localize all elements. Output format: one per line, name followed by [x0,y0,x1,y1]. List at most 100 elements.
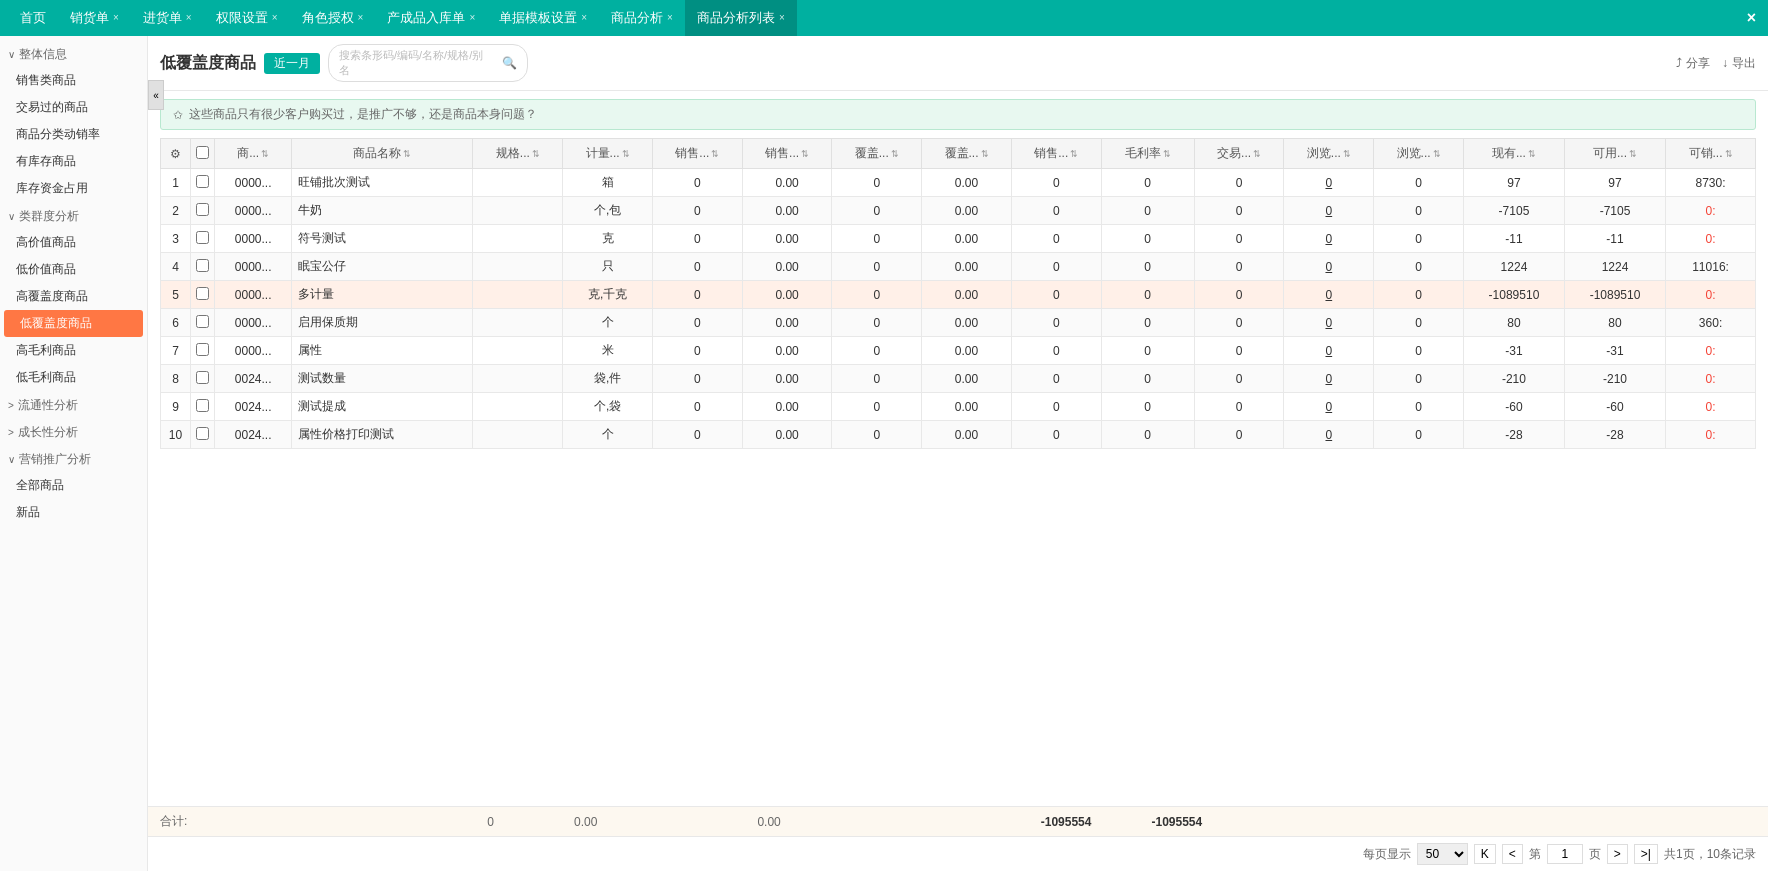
row-check[interactable] [191,281,215,309]
row-browse1[interactable]: 0 [1284,253,1374,281]
row-name: 牛奶 [292,197,473,225]
nav-close-permission[interactable]: × [272,0,278,36]
row-checkbox[interactable] [196,203,209,216]
row-browse1[interactable]: 0 [1284,421,1374,449]
row-checkbox[interactable] [196,315,209,328]
sidebar-section-cluster[interactable]: ∨ 类群度分析 [0,202,147,229]
nav-close-finished[interactable]: × [469,0,475,36]
nav-permission-settings[interactable]: 权限设置 × [204,0,290,36]
row-check[interactable] [191,393,215,421]
row-checkbox[interactable] [196,231,209,244]
sidebar-item-high-margin[interactable]: 高毛利商品 [0,337,147,364]
row-check[interactable] [191,337,215,365]
close-all-button[interactable]: × [1747,9,1756,27]
nav-sales-order[interactable]: 销货单 × [58,0,131,36]
nav-close-analysis[interactable]: × [667,0,673,36]
row-browse1[interactable]: 0 [1284,197,1374,225]
row-check[interactable] [191,253,215,281]
share-button[interactable]: ⤴ 分享 [1676,55,1710,72]
row-checkbox[interactable] [196,259,209,272]
nav-product-analysis-list[interactable]: 商品分析列表 × [685,0,797,36]
header-actions: ⤴ 分享 ↓ 导出 [1676,55,1756,72]
sidebar-item-category-turnover[interactable]: 商品分类动销率 [0,121,147,148]
nav-product-analysis[interactable]: 商品分析 × [599,0,685,36]
row-check[interactable] [191,309,215,337]
nav-close-sales[interactable]: × [113,0,119,36]
row-coverage1: 0 [832,253,922,281]
row-code: 0000... [215,281,292,309]
nav-purchase-order[interactable]: 进货单 × [131,0,204,36]
row-browse1[interactable]: 0 [1284,169,1374,197]
nav-close-role[interactable]: × [358,0,364,36]
row-browse1[interactable]: 0 [1284,365,1374,393]
page-number-input[interactable] [1547,844,1583,864]
next-page-button[interactable]: > [1607,844,1628,864]
nav-close-purchase[interactable]: × [186,0,192,36]
row-check[interactable] [191,365,215,393]
row-no: 6 [161,309,191,337]
row-checkbox[interactable] [196,343,209,356]
row-check[interactable] [191,225,215,253]
date-filter-button[interactable]: 近一月 [264,53,320,74]
sidebar-item-in-stock[interactable]: 有库存商品 [0,148,147,175]
row-browse1[interactable]: 0 [1284,309,1374,337]
nav-role-auth[interactable]: 角色授权 × [290,0,376,36]
row-checkbox[interactable] [196,175,209,188]
row-no: 10 [161,421,191,449]
row-browse1[interactable]: 0 [1284,225,1374,253]
col-check-header[interactable] [191,139,215,169]
sidebar-item-high-value[interactable]: 高价值商品 [0,229,147,256]
row-browse1[interactable]: 0 [1284,393,1374,421]
sidebar-item-low-coverage[interactable]: 低覆盖度商品 [4,310,143,337]
search-box[interactable]: 搜索条形码/编码/名称/规格/别名 🔍 [328,44,528,82]
row-saleable: 0: [1666,421,1756,449]
row-check[interactable] [191,169,215,197]
row-coverage2: 0.00 [922,337,1012,365]
row-check[interactable] [191,197,215,225]
row-browse1[interactable]: 0 [1284,337,1374,365]
sidebar-item-all-goods[interactable]: 全部商品 [0,472,147,499]
sidebar-item-inventory-capital[interactable]: 库存资金占用 [0,175,147,202]
sidebar-section-circulation[interactable]: > 流通性分析 [0,391,147,418]
table-container: ⚙ 商...⇅ 商品名称⇅ 规格...⇅ 计量...⇅ 销售...⇅ 销售...… [148,138,1768,806]
row-checkbox[interactable] [196,399,209,412]
table-row: 20000...牛奶个,包00.0000.0000000-7105-71050: [161,197,1756,225]
row-browse2: 0 [1374,281,1464,309]
col-settings-header[interactable]: ⚙ [161,139,191,169]
sidebar-section-growth[interactable]: > 成长性分析 [0,418,147,445]
page-size-select[interactable]: 50 100 200 [1417,843,1468,865]
row-saleable: 8730: [1666,169,1756,197]
nav-close-analysis-list[interactable]: × [779,0,785,36]
row-check[interactable] [191,421,215,449]
sidebar-item-low-value[interactable]: 低价值商品 [0,256,147,283]
sidebar-section-overall[interactable]: ∨ 整体信息 [0,40,147,67]
row-unit: 克,千克 [563,281,653,309]
row-checkbox[interactable] [196,371,209,384]
row-browse1[interactable]: 0 [1284,281,1374,309]
row-no: 7 [161,337,191,365]
nav-template-settings[interactable]: 单据模板设置 × [487,0,599,36]
last-page-button[interactable]: >| [1634,844,1658,864]
row-unit: 袋,件 [563,365,653,393]
prev-page-button[interactable]: < [1502,844,1523,864]
nav-finished-product[interactable]: 产成品入库单 × [375,0,487,36]
row-checkbox[interactable] [196,287,209,300]
row-browse2: 0 [1374,365,1464,393]
search-icon[interactable]: 🔍 [502,56,517,70]
nav-home[interactable]: 首页 [8,0,58,36]
sidebar-item-low-margin[interactable]: 低毛利商品 [0,364,147,391]
select-all-checkbox[interactable] [196,146,209,159]
row-sales-amount: 0.00 [742,393,832,421]
row-checkbox[interactable] [196,427,209,440]
first-page-button[interactable]: K [1474,844,1496,864]
sidebar-item-traded-goods[interactable]: 交易过的商品 [0,94,147,121]
export-button[interactable]: ↓ 导出 [1722,55,1756,72]
sidebar-item-sales-goods[interactable]: 销售类商品 [0,67,147,94]
total-records: 共1页，10条记录 [1664,846,1756,863]
sidebar-section-marketing[interactable]: ∨ 营销推广分析 [0,445,147,472]
col-sales-qty-header: 销售...⇅ [652,139,742,169]
sidebar-item-high-coverage[interactable]: 高覆盖度商品 [0,283,147,310]
sidebar-item-new-goods[interactable]: 新品 [0,499,147,526]
sidebar-collapse-button[interactable]: « [148,80,164,110]
nav-close-template[interactable]: × [581,0,587,36]
